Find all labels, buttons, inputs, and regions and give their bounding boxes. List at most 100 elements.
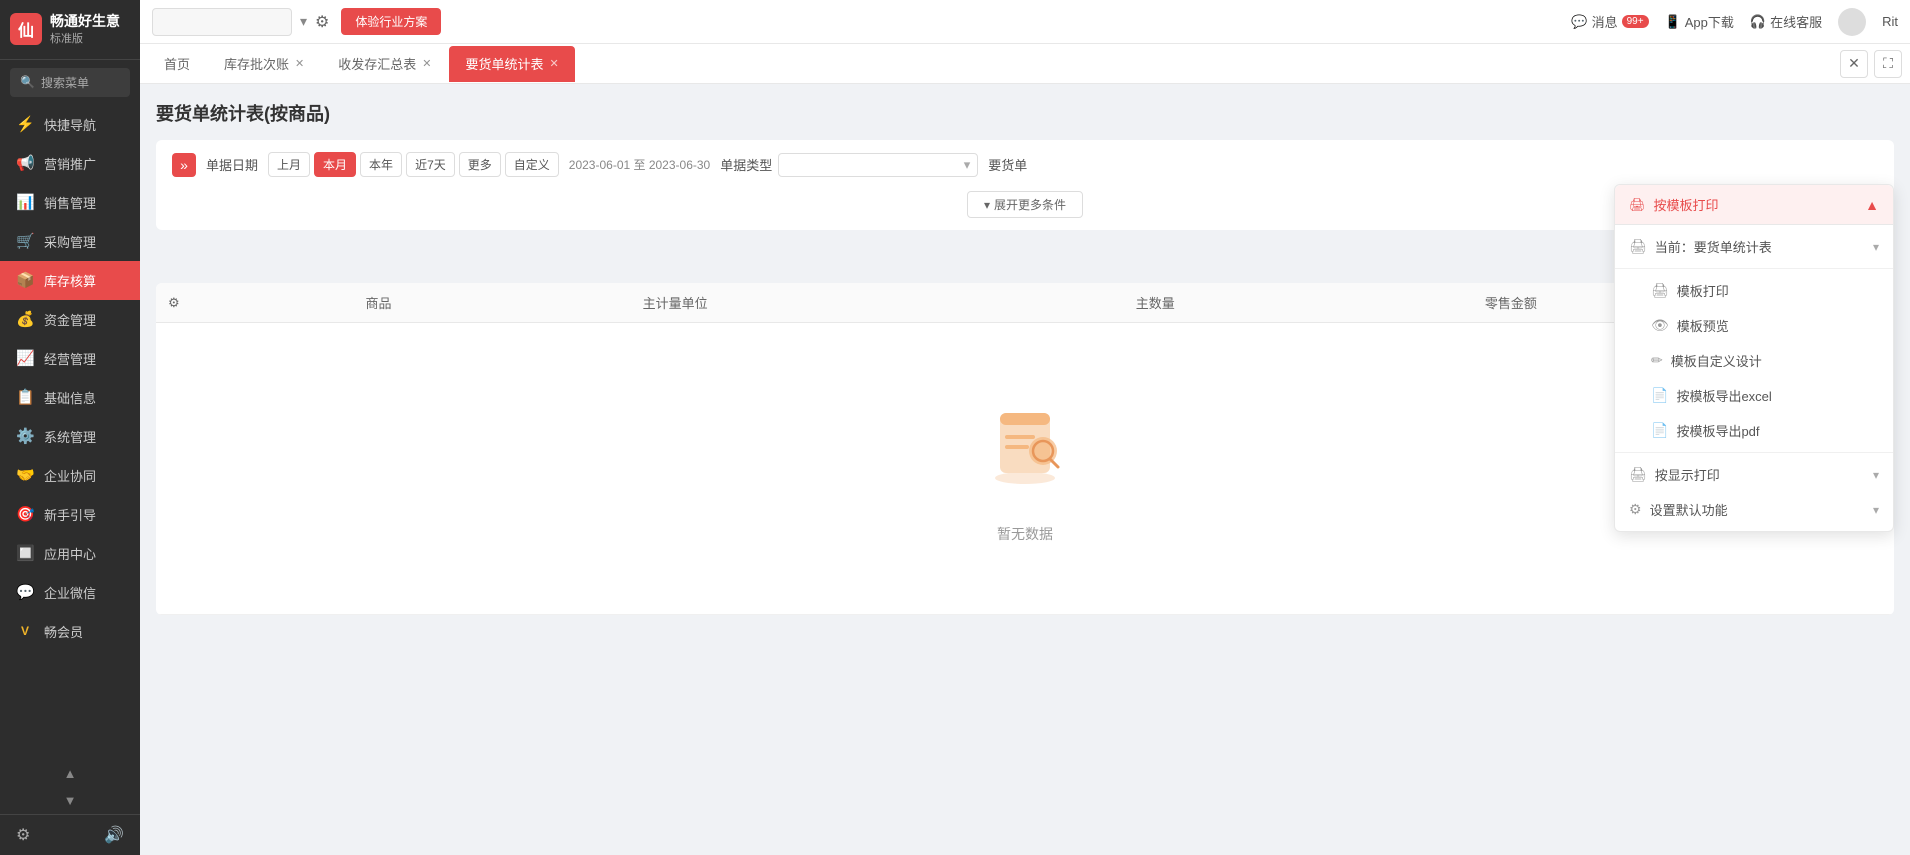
sidebar-logo: 仙 畅通好生意 标准版 [0,0,140,60]
col-settings[interactable]: ⚙ [156,283,354,323]
template-preview-label: 模板预览 [1677,316,1729,335]
date-buttons: 上月 本月 本年 近7天 更多 自定义 [268,152,559,177]
sidebar-item-finance[interactable]: 💰 资金管理 [0,300,140,339]
sidebar-item-cooperation[interactable]: 🤝 企业协同 [0,456,140,495]
sidebar-item-wechat[interactable]: 💬 企业微信 [0,573,140,612]
export-pdf-label: 按模板导出pdf [1676,421,1759,440]
search-icon: 🔍 [20,75,35,89]
col-quantity: 主数量 [1124,283,1473,323]
online-service-btn[interactable]: 🎧 在线客服 [1750,12,1822,31]
topbar-search-input[interactable] [152,8,292,36]
tab-collect-summary-close[interactable]: ✕ [422,57,431,70]
sidebar-label-system: 系统管理 [44,427,96,446]
sidebar-label-operations: 经营管理 [44,349,96,368]
template-custom-icon: ✏ [1651,352,1663,369]
tab-inventory-batch-label: 库存批次账 [224,54,289,73]
template-custom-label: 模板自定义设计 [1671,351,1762,370]
date-btn-this-year[interactable]: 本年 [360,152,402,177]
search-menu-button[interactable]: 🔍 搜索菜单 [10,68,130,97]
tab-order-stats-close[interactable]: ✕ [550,57,559,70]
messages-label: 消息 [1592,12,1618,31]
tabs-bar: 首页 库存批次账 ✕ 收发存汇总表 ✕ 要货单统计表 ✕ ✕ ⛶ [140,44,1910,84]
sidebar-label-newbie: 新手引导 [44,505,96,524]
display-print-arrow: ▾ [1873,468,1879,482]
tab-home[interactable]: 首页 [148,46,206,82]
messages-btn[interactable]: 💬 消息 99+ [1571,12,1648,31]
user-avatar[interactable] [1838,8,1866,36]
app-download-label: App下载 [1685,12,1734,31]
date-btn-7days[interactable]: 近7天 [406,152,455,177]
close-all-tabs-btn[interactable]: ✕ [1840,50,1868,78]
topbar-dropdown-arrow[interactable]: ▾ [300,13,307,30]
sidebar-label-quick-nav: 快捷导航 [44,115,96,134]
sidebar-label-marketing: 营销推广 [44,154,96,173]
current-template-label: 当前：要货单统计表 [1655,237,1772,256]
sidebar-bottom: ⚙ 🔊 [0,814,140,855]
sidebar-label-member: 畅会员 [44,622,83,641]
template-print-icon: 🖨 [1651,282,1669,299]
dropdown-item-template-print[interactable]: 🖨 模板打印 [1615,273,1893,308]
sidebar-label-wechat: 企业微信 [44,583,96,602]
sidebar-item-app-center[interactable]: 🔲 应用中心 [0,534,140,573]
sidebar-settings-icon[interactable]: ⚙ [16,825,30,845]
date-btn-more[interactable]: 更多 [459,152,501,177]
doc-type-label: 单据类型 [720,155,772,174]
print-dropdown-icon: 🖨 [1629,197,1646,213]
sidebar-item-newbie[interactable]: 🎯 新手引导 [0,495,140,534]
date-btn-custom[interactable]: 自定义 [505,152,559,177]
display-print-label: 按显示打印 [1655,465,1720,484]
sidebar-item-purchase[interactable]: 🛒 采购管理 [0,222,140,261]
dropdown-item-template-custom[interactable]: ✏ 模板自定义设计 [1615,343,1893,378]
sidebar-label-purchase: 采购管理 [44,232,96,251]
dropdown-item-set-default[interactable]: ⚙ 设置默认功能 ▾ [1615,492,1893,527]
online-service-label: 在线客服 [1770,12,1822,31]
doc-type-select[interactable] [778,153,978,177]
sidebar-item-member[interactable]: V 畅会员 [0,612,140,651]
app-center-icon: 🔲 [16,544,34,562]
date-btn-last-month[interactable]: 上月 [268,152,310,177]
current-template-item[interactable]: 🖨 当前：要货单统计表 ▾ [1615,229,1893,264]
sales-icon: 📊 [16,193,34,211]
tab-inventory-batch[interactable]: 库存批次账 ✕ [208,46,320,82]
app-download-btn[interactable]: 📱 App下载 [1665,12,1734,31]
sidebar-item-sales[interactable]: 📊 销售管理 [0,183,140,222]
dropdown-item-export-excel[interactable]: 📄 按模板导出excel [1615,378,1893,413]
app-logo-icon: 仙 [10,13,42,45]
topbar-settings-icon[interactable]: ⚙ [315,12,329,32]
filter-expand-btn[interactable]: » [172,153,196,177]
sidebar-scroll-up[interactable]: ▲ [0,760,140,787]
print-dropdown-header[interactable]: 🖨 按模板打印 ▲ [1615,185,1893,225]
print-dropdown: 🖨 按模板打印 ▲ 🖨 当前：要货单统计表 ▾ 🖨 模板打印 [1614,184,1894,532]
topbar-right: 💬 消息 99+ 📱 App下载 🎧 在线客服 Rit [1571,8,1898,36]
sidebar: 仙 畅通好生意 标准版 🔍 搜索菜单 ⚡ 快捷导航 📢 营销推广 📊 销售管理 … [0,0,140,855]
date-btn-this-month[interactable]: 本月 [314,152,356,177]
sidebar-scroll-down[interactable]: ▼ [0,787,140,814]
filter-type-area: 单据类型 ▾ [720,153,978,177]
print-dropdown-header-left: 🖨 按模板打印 [1629,195,1719,214]
tab-order-stats[interactable]: 要货单统计表 ✕ [449,46,574,82]
dropdown-item-template-preview[interactable]: 👁 模板预览 [1615,308,1893,343]
wechat-icon: 💬 [16,583,34,601]
sidebar-item-marketing[interactable]: 📢 营销推广 [0,144,140,183]
topbar: ▾ ⚙ 体验行业方案 💬 消息 99+ 📱 App下载 🎧 在线客服 Rit [140,0,1910,44]
col-unit: 主计量单位 [631,283,1124,323]
maximize-btn[interactable]: ⛶ [1874,50,1902,78]
purchase-icon: 🛒 [16,232,34,250]
sidebar-item-operations[interactable]: 📈 经营管理 [0,339,140,378]
sidebar-sound-icon[interactable]: 🔊 [104,825,124,845]
sidebar-item-system[interactable]: ⚙️ 系统管理 [0,417,140,456]
sidebar-item-basic[interactable]: 📋 基础信息 [0,378,140,417]
sidebar-search-area[interactable]: 🔍 搜索菜单 [0,60,140,105]
dropdown-item-export-pdf[interactable]: 📄 按模板导出pdf [1615,413,1893,448]
expand-more-btn[interactable]: ▾ 展开更多条件 [967,191,1083,218]
trial-btn[interactable]: 体验行业方案 [341,8,441,35]
sidebar-item-inventory[interactable]: 📦 库存核算 [0,261,140,300]
dropdown-item-display-print[interactable]: 🖨 按显示打印 ▾ [1615,457,1893,492]
online-service-icon: 🎧 [1750,14,1766,30]
inventory-icon: 📦 [16,271,34,289]
user-name[interactable]: Rit [1882,14,1898,29]
tab-inventory-batch-close[interactable]: ✕ [295,57,304,70]
print-dropdown-chevron[interactable]: ▲ [1865,197,1879,213]
sidebar-item-quick-nav[interactable]: ⚡ 快捷导航 [0,105,140,144]
tab-collect-summary[interactable]: 收发存汇总表 ✕ [322,46,447,82]
